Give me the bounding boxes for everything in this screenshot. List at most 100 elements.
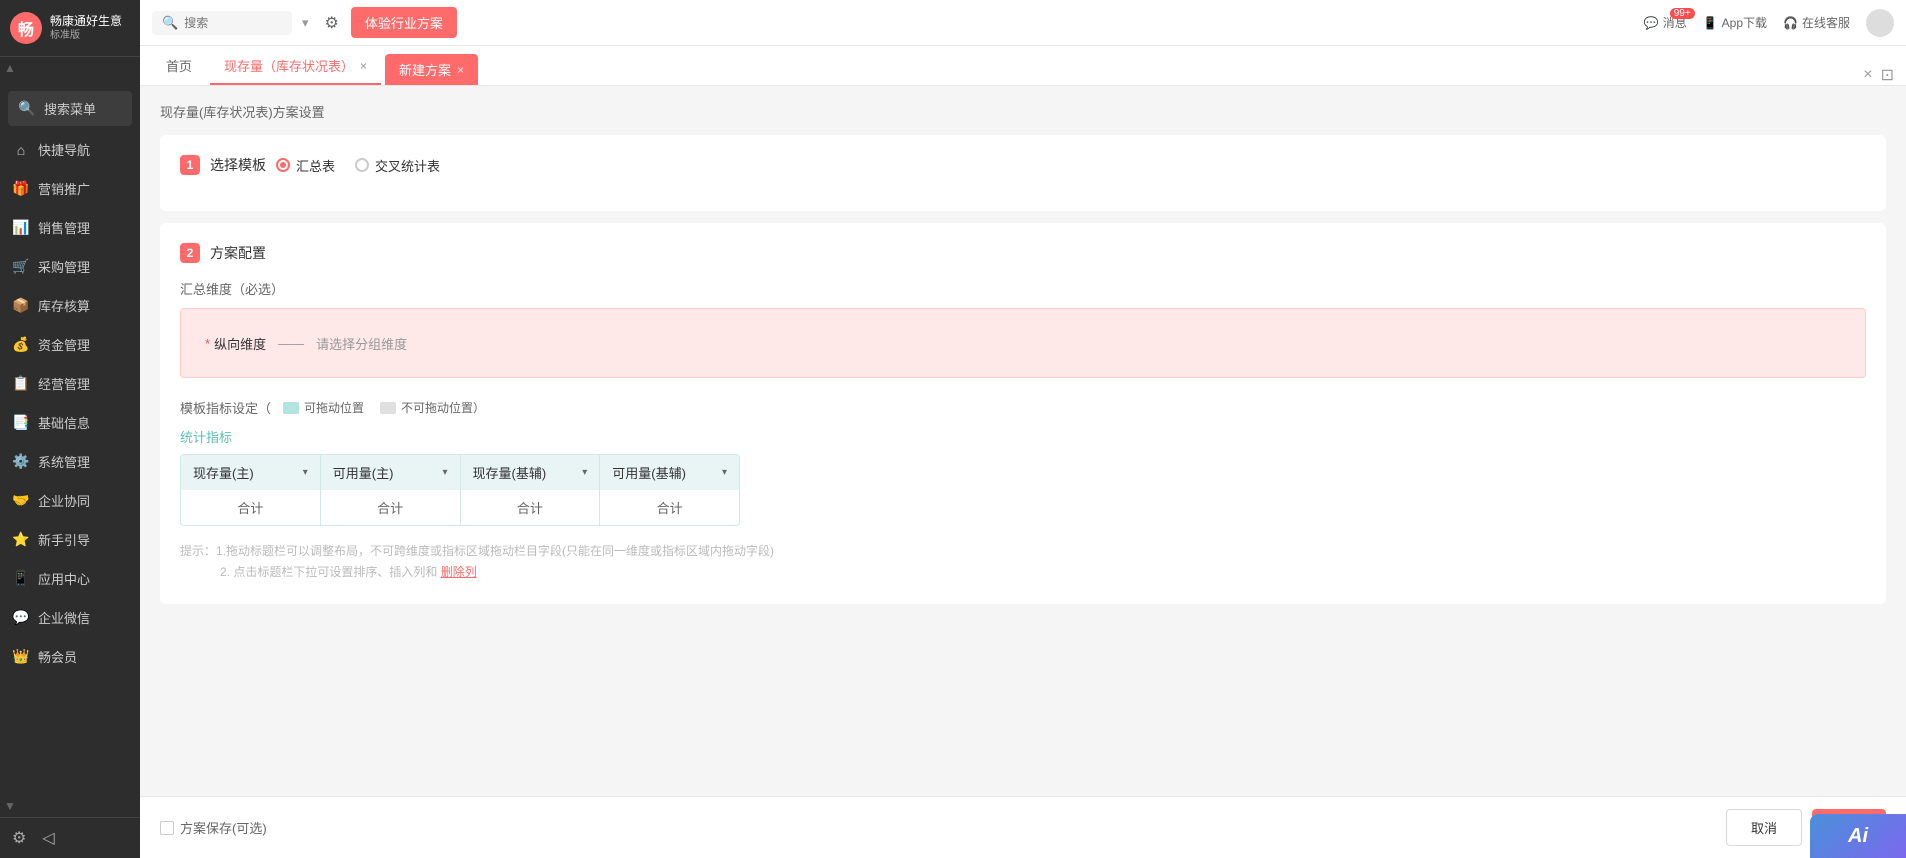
stats-table-body: 合计 合计 合计 合计 [181, 490, 739, 525]
tabs-bar: 首页 现存量（库存状况表） × 新建方案 × × ⊡ [140, 46, 1906, 86]
sidebar-item-marketing[interactable]: 🎁 营销推广 [0, 169, 140, 208]
gear-icon: ⚙️ [12, 453, 30, 471]
tab-new-scheme-close[interactable]: × [457, 63, 464, 77]
crown-icon: 👑 [12, 648, 30, 666]
box-icon: 📦 [12, 297, 30, 315]
tip-1: 提示：1.拖动标题栏可以调整布局，不可跨维度或指标区域拖动栏目字段(只能在同一维… [180, 542, 1866, 559]
online-service-btn[interactable]: 🎧 在线客服 [1783, 14, 1850, 31]
col-body-3: 合计 [600, 490, 739, 525]
sidebar-item-wechat[interactable]: 💬 企业微信 [0, 598, 140, 637]
sidebar-scroll-down[interactable]: ▼ [0, 795, 140, 817]
topbar-search-icon: 🔍 [162, 15, 178, 31]
sidebar-item-label: 畅会员 [38, 647, 77, 666]
save-checkbox[interactable] [160, 821, 174, 835]
radio-summary[interactable]: 汇总表 [276, 156, 335, 175]
sidebar-item-operations[interactable]: 📋 经营管理 [0, 364, 140, 403]
topbar-search-box[interactable]: 🔍 [152, 11, 292, 35]
stats-table: 现存量(主) ▾ 可用量(主) ▾ 现存量(基辅) ▾ 可用量(基辅) [180, 454, 740, 526]
col-header-0[interactable]: 现存量(主) ▾ [181, 455, 321, 490]
indicator-settings-label: 模板指标设定（ [180, 398, 271, 417]
indicator-settings: 模板指标设定（ 可拖动位置 不可拖动位置） 统计指标 [180, 398, 1866, 580]
section-1-card: 1 选择模板 汇总表 交叉统计表 [160, 135, 1886, 211]
dim-dash: —— [278, 336, 304, 351]
cancel-button[interactable]: 取消 [1726, 809, 1802, 846]
legend-non-draggable: 不可拖动位置） [380, 399, 485, 416]
sidebar-item-member[interactable]: 👑 畅会员 [0, 637, 140, 676]
sidebar-item-appcenter[interactable]: 📱 应用中心 [0, 559, 140, 598]
clipboard-icon: 📋 [12, 375, 30, 393]
dim-placeholder: 请选择分组维度 [316, 334, 407, 353]
radio-cross-circle [355, 158, 369, 172]
content-area: 现存量(库存状况表)方案设置 1 选择模板 汇总表 交叉统计表 [140, 86, 1906, 796]
col-body-1: 合计 [321, 490, 461, 525]
tab-home[interactable]: 首页 [152, 48, 206, 85]
messages-btn[interactable]: 💬 消息 99+ [1644, 14, 1687, 31]
col-0-chevron[interactable]: ▾ [303, 467, 308, 478]
col-header-1[interactable]: 可用量(主) ▾ [321, 455, 461, 490]
topbar-dropdown-icon[interactable]: ▾ [302, 15, 309, 31]
non-draggable-dot [380, 402, 396, 414]
user-avatar[interactable] [1866, 9, 1894, 37]
section-2-header: 2 方案配置 [180, 243, 1866, 263]
sound-bottom-icon[interactable]: ◁ [42, 828, 54, 848]
draggable-dot [283, 402, 299, 414]
chart-icon: 📊 [12, 219, 30, 237]
sidebar-item-quicknav[interactable]: ⌂ 快捷导航 [0, 130, 140, 169]
sidebar-item-purchase[interactable]: 🛒 采购管理 [0, 247, 140, 286]
sidebar-item-basic[interactable]: 📑 基础信息 [0, 403, 140, 442]
doc-icon: 📑 [12, 414, 30, 432]
app-download-btn[interactable]: 📱 App下载 [1703, 14, 1767, 31]
tab-new-scheme[interactable]: 新建方案 × [385, 54, 478, 85]
sidebar-scroll-up[interactable]: ▲ [0, 57, 140, 79]
sidebar-item-inventory[interactable]: 📦 库存核算 [0, 286, 140, 325]
phone-icon: 📱 [1703, 16, 1718, 30]
sidebar-item-system[interactable]: ⚙️ 系统管理 [0, 442, 140, 481]
col-header-3[interactable]: 可用量(基辅) ▾ [600, 455, 739, 490]
save-option[interactable]: 方案保存(可选) [160, 818, 267, 837]
sidebar-item-label: 库存核算 [38, 296, 90, 315]
bottom-bar: 方案保存(可选) 取消 查询 [140, 796, 1906, 858]
logo-icon: 畅 [10, 12, 42, 44]
dimension-area[interactable]: * 纵向维度 —— 请选择分组维度 [180, 308, 1866, 378]
col-2-chevron[interactable]: ▾ [582, 467, 587, 478]
sidebar-item-label: 资金管理 [38, 335, 90, 354]
sidebar-item-label: 系统管理 [38, 452, 90, 471]
sidebar-item-label: 快捷导航 [38, 140, 90, 159]
sidebar-nav: 🔍 搜索菜单 ⌂ 快捷导航 🎁 营销推广 📊 销售管理 🛒 采购管理 📦 库存核… [0, 79, 140, 795]
col-3-chevron[interactable]: ▾ [722, 467, 727, 478]
sidebar-item-sales[interactable]: 📊 销售管理 [0, 208, 140, 247]
radio-cross[interactable]: 交叉统计表 [355, 156, 440, 175]
home-icon: ⌂ [12, 141, 30, 159]
window-close-icon[interactable]: × [1863, 66, 1872, 84]
search-input[interactable] [184, 16, 284, 30]
main-area: 🔍 ▾ ⚙ 体验行业方案 💬 消息 99+ 📱 App下载 🎧 在线客服 [140, 0, 1906, 858]
message-badge: 99+ [1670, 8, 1695, 19]
indicator-label-row: 模板指标设定（ 可拖动位置 不可拖动位置） [180, 398, 1866, 417]
sidebar-item-finance[interactable]: 💰 资金管理 [0, 325, 140, 364]
sidebar-item-newguide[interactable]: ⭐ 新手引导 [0, 520, 140, 559]
stats-title: 统计指标 [180, 427, 1866, 446]
col-1-chevron[interactable]: ▾ [442, 467, 447, 478]
tip-2: 2. 点击标题栏下拉可设置排序、插入列和 删除列 [180, 563, 1866, 580]
trial-btn[interactable]: 体验行业方案 [351, 7, 457, 38]
topbar-gear-icon[interactable]: ⚙ [325, 13, 339, 33]
tab-inventory[interactable]: 现存量（库存状况表） × [210, 48, 381, 85]
money-icon: 💰 [12, 336, 30, 354]
sidebar-item-label: 搜索菜单 [44, 99, 96, 118]
handshake-icon: 🤝 [12, 492, 30, 510]
tips-area: 提示：1.拖动标题栏可以调整布局，不可跨维度或指标区域拖动栏目字段(只能在同一维… [180, 542, 1866, 580]
col-header-2[interactable]: 现存量(基辅) ▾ [461, 455, 601, 490]
headset-icon: 🎧 [1783, 16, 1798, 30]
ai-badge[interactable]: Ai [1810, 814, 1906, 858]
delete-col-link[interactable]: 删除列 [441, 565, 477, 579]
topbar-right: 💬 消息 99+ 📱 App下载 🎧 在线客服 [1644, 9, 1894, 37]
legend-draggable: 可拖动位置 [283, 399, 364, 416]
window-expand-icon[interactable]: ⊡ [1881, 65, 1894, 85]
sidebar-item-search[interactable]: 🔍 搜索菜单 [8, 91, 132, 126]
section-2-title: 方案配置 [210, 243, 266, 263]
settings-bottom-icon[interactable]: ⚙ [12, 828, 26, 848]
sidebar-item-cooperation[interactable]: 🤝 企业协同 [0, 481, 140, 520]
tab-inventory-close[interactable]: × [360, 59, 367, 73]
mobile-icon: 📱 [12, 570, 30, 588]
col-body-2: 合计 [461, 490, 601, 525]
